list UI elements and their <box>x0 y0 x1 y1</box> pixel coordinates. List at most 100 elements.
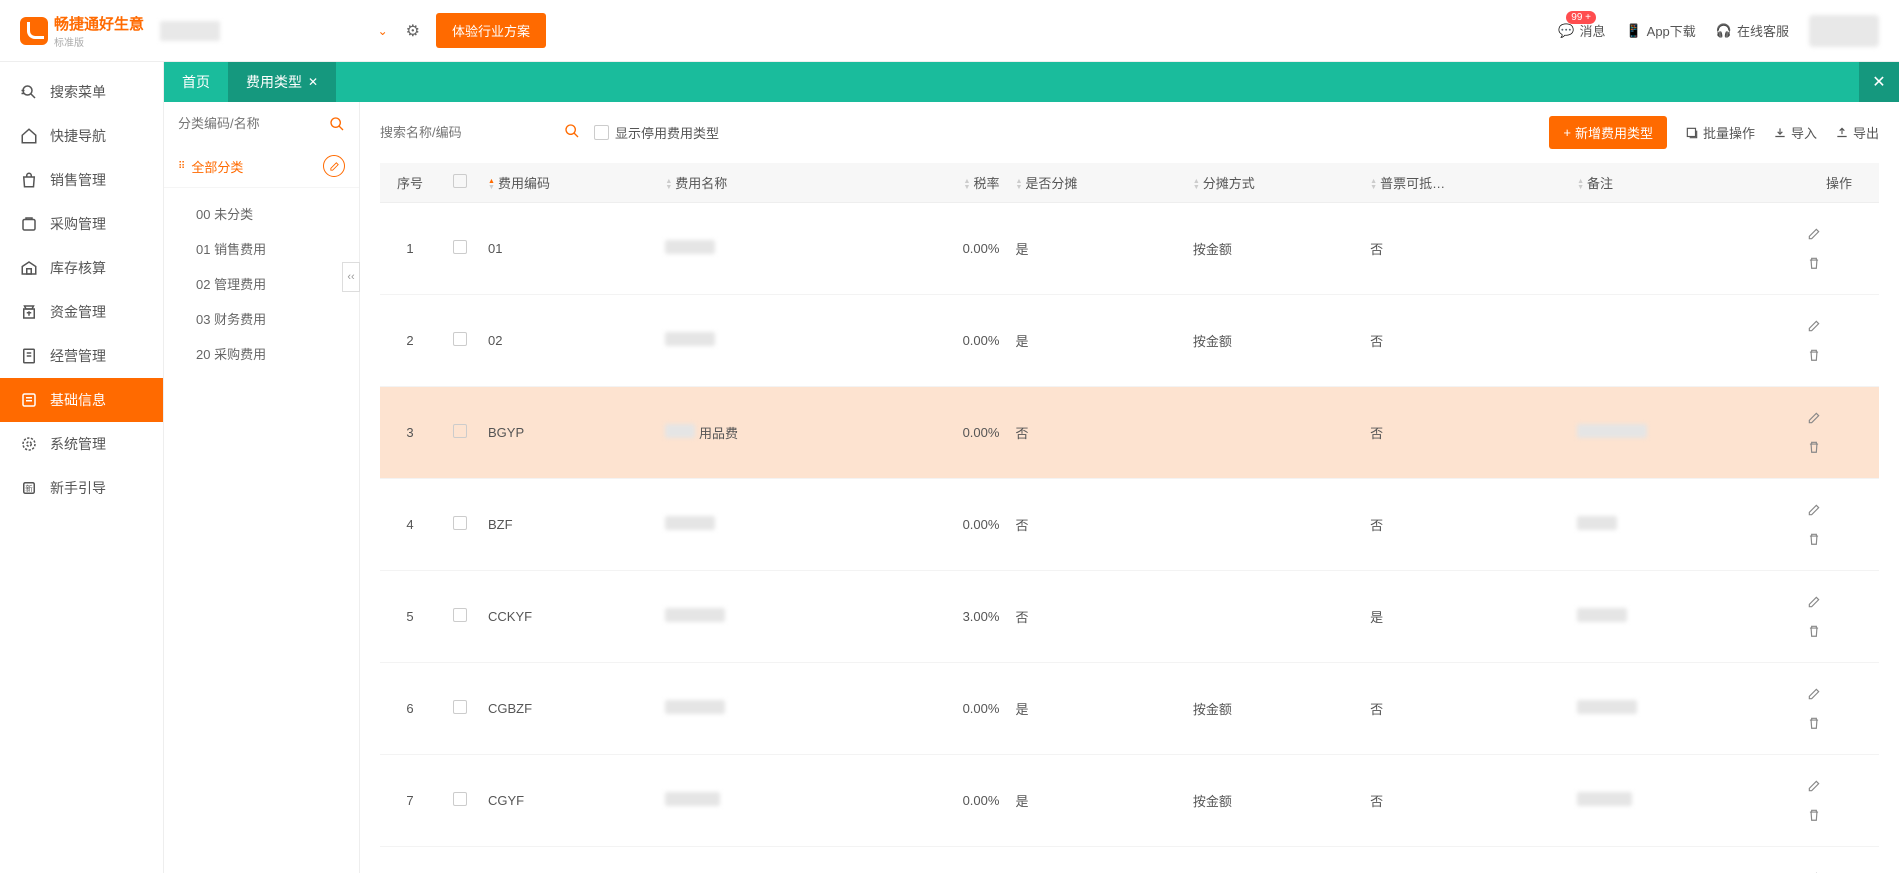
category-item[interactable]: 01 销售费用 <box>164 231 359 266</box>
batch-button[interactable]: 批量操作 <box>1685 123 1755 142</box>
col-code[interactable]: ▲▼费用编码 <box>480 163 657 203</box>
table-row[interactable]: 1 01 0.00% 是 按金额 否 <box>380 203 1879 295</box>
table-row[interactable]: 5 CCKYF 3.00% 否 是 <box>380 571 1879 663</box>
col-check[interactable] <box>440 163 480 203</box>
checkbox-icon[interactable] <box>453 792 467 806</box>
delete-icon[interactable] <box>1807 256 1871 270</box>
table-row[interactable]: 2 02 0.00% 是 按金额 否 <box>380 295 1879 387</box>
search-icon[interactable] <box>564 123 580 139</box>
delete-icon[interactable] <box>1807 348 1871 362</box>
cell-check[interactable] <box>440 571 480 663</box>
sidebar-item-purchase[interactable]: 采购管理 <box>0 202 163 246</box>
table-row[interactable]: 7 CGYF 0.00% 是 按金额 否 <box>380 755 1879 847</box>
sidebar-item-guide[interactable]: 新 新手引导 <box>0 466 163 510</box>
category-search-input[interactable] <box>178 116 345 131</box>
checkbox-icon[interactable] <box>453 516 467 530</box>
col-seq[interactable]: 序号 <box>380 163 440 203</box>
sidebar-item-business[interactable]: 经营管理 <box>0 334 163 378</box>
delete-icon[interactable] <box>1807 808 1871 822</box>
search-icon[interactable] <box>329 116 345 132</box>
cell-name: 用品费 <box>657 387 887 479</box>
cell-name <box>657 203 887 295</box>
edit-icon[interactable] <box>1807 779 1871 793</box>
table-row[interactable]: 8 CGZXF 0.00% 是 按金额 否 <box>380 847 1879 873</box>
cell-share: 是 <box>1007 295 1184 387</box>
delete-icon[interactable] <box>1807 716 1871 730</box>
col-method[interactable]: ▲▼分摊方式 <box>1185 163 1362 203</box>
col-rate[interactable]: ▲▼税率 <box>887 163 1007 203</box>
cell-deduct: 否 <box>1362 479 1569 571</box>
edit-icon[interactable] <box>1807 595 1871 609</box>
sidebar-item-search[interactable]: 搜索菜单 <box>0 70 163 114</box>
edit-icon[interactable] <box>1807 503 1871 517</box>
table-search-input[interactable] <box>380 121 580 145</box>
col-share[interactable]: ▲▼是否分摊 <box>1007 163 1184 203</box>
delete-icon[interactable] <box>1807 624 1871 638</box>
delete-icon[interactable] <box>1807 532 1871 546</box>
cell-check[interactable] <box>440 295 480 387</box>
category-search <box>164 102 359 145</box>
close-all-tabs[interactable]: ✕ <box>1859 62 1899 102</box>
sidebar-item-inventory[interactable]: 库存核算 <box>0 246 163 290</box>
tab-expense-type[interactable]: 费用类型 ✕ <box>228 62 336 102</box>
delete-icon[interactable] <box>1807 440 1871 454</box>
user-avatar[interactable] <box>1809 15 1879 47</box>
cell-seq: 2 <box>380 295 440 387</box>
cell-name <box>657 479 887 571</box>
category-item[interactable]: 03 财务费用 <box>164 301 359 336</box>
cell-check[interactable] <box>440 387 480 479</box>
company-selector[interactable]: ⌄ ⚙ <box>160 21 420 41</box>
edit-icon[interactable] <box>1807 319 1871 333</box>
close-icon[interactable]: ✕ <box>308 75 318 89</box>
category-item[interactable]: 00 未分类 <box>164 196 359 231</box>
table-row[interactable]: 3 BGYP 用品费 0.00% 否 否 <box>380 387 1879 479</box>
show-disabled-checkbox[interactable]: 显示停用费用类型 <box>594 123 719 142</box>
cell-check[interactable] <box>440 755 480 847</box>
sidebar-item-system[interactable]: 系统管理 <box>0 422 163 466</box>
experience-button[interactable]: 体验行业方案 <box>436 13 546 48</box>
checkbox-icon[interactable] <box>453 608 467 622</box>
category-item[interactable]: 20 采购费用 <box>164 336 359 371</box>
export-button[interactable]: 导出 <box>1835 123 1879 142</box>
cell-check[interactable] <box>440 479 480 571</box>
cell-check[interactable] <box>440 663 480 755</box>
edit-icon[interactable] <box>1807 687 1871 701</box>
category-all[interactable]: ⠿ 全部分类 <box>164 145 359 188</box>
checkbox-icon[interactable] <box>453 700 467 714</box>
sidebar-item-sales[interactable]: 销售管理 <box>0 158 163 202</box>
checkbox-icon[interactable] <box>453 240 467 254</box>
import-button[interactable]: 导入 <box>1773 123 1817 142</box>
col-name[interactable]: ▲▼费用名称 <box>657 163 887 203</box>
table-toolbar: 显示停用费用类型 + 新增费用类型 批量操作 <box>360 102 1899 163</box>
tab-home[interactable]: 首页 <box>164 62 228 102</box>
sidebar-item-quicknav[interactable]: 快捷导航 <box>0 114 163 158</box>
collapse-button[interactable]: ‹‹ <box>342 262 360 292</box>
category-item[interactable]: 02 管理费用 <box>164 266 359 301</box>
cell-method: 按金额 <box>1185 755 1362 847</box>
edit-icon[interactable] <box>323 155 345 177</box>
message-button[interactable]: 99 + 💬 消息 <box>1558 21 1605 40</box>
online-service-button[interactable]: 🎧 在线客服 <box>1716 21 1789 40</box>
sidebar-item-basic[interactable]: 基础信息 <box>0 378 163 422</box>
table-row[interactable]: 6 CGBZF 0.00% 是 按金额 否 <box>380 663 1879 755</box>
cell-check[interactable] <box>440 847 480 873</box>
table-row[interactable]: 4 BZF 0.00% 否 否 <box>380 479 1879 571</box>
home-icon <box>20 127 38 145</box>
col-remark[interactable]: ▲▼备注 <box>1569 163 1799 203</box>
checkbox-icon[interactable] <box>453 424 467 438</box>
cell-code: 01 <box>480 203 657 295</box>
edit-icon[interactable] <box>1807 411 1871 425</box>
sidebar-item-funds[interactable]: 资金管理 <box>0 290 163 334</box>
cell-check[interactable] <box>440 203 480 295</box>
edit-icon[interactable] <box>1807 227 1871 241</box>
logo-main: 畅捷通好生意 <box>54 13 144 34</box>
company-name-blur <box>160 21 220 41</box>
table-area: 显示停用费用类型 + 新增费用类型 批量操作 <box>360 102 1899 873</box>
checkbox-icon[interactable] <box>453 332 467 346</box>
checkbox-icon[interactable] <box>453 174 467 188</box>
col-deduct[interactable]: ▲▼普票可抵… <box>1362 163 1569 203</box>
add-button[interactable]: + 新增费用类型 <box>1549 116 1667 149</box>
cell-name <box>657 755 887 847</box>
app-download-button[interactable]: 📱 App下载 <box>1625 21 1695 40</box>
gear-icon[interactable]: ⚙ <box>406 21 420 41</box>
